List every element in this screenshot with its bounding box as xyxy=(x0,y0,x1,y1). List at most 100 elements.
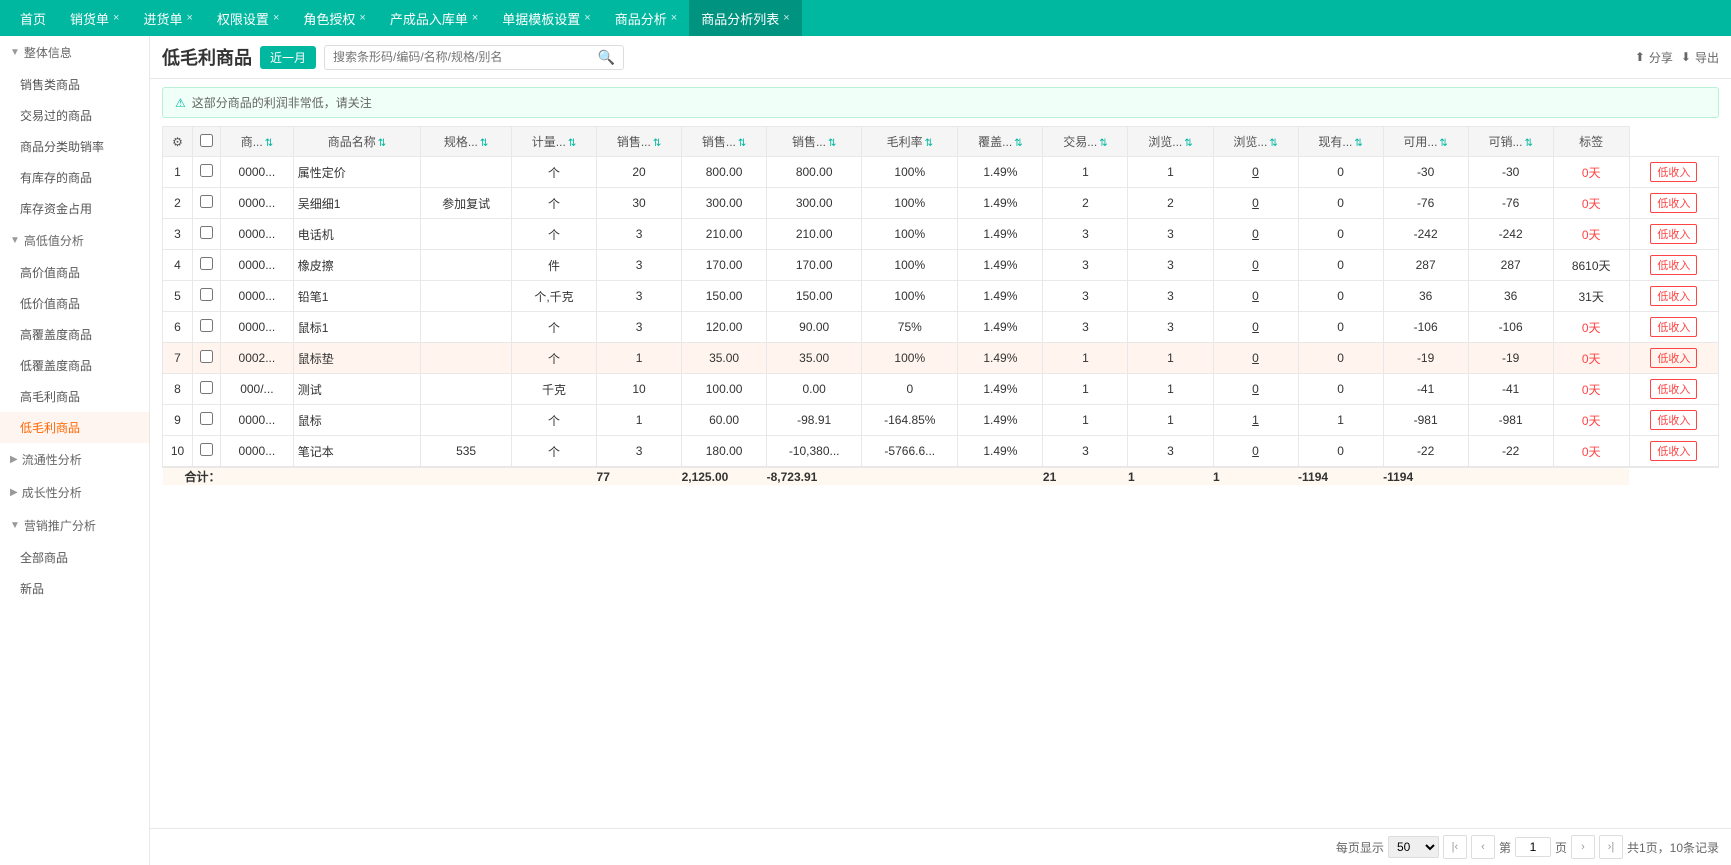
col-tag[interactable]: 标签 xyxy=(1553,127,1629,157)
nav-purchase[interactable]: 进货单 × xyxy=(131,0,204,36)
row-view1[interactable]: 0 xyxy=(1213,374,1298,405)
nav-close-analysis[interactable]: × xyxy=(671,12,677,24)
row-checkbox-cell[interactable] xyxy=(193,374,221,405)
row-view1[interactable]: 0 xyxy=(1213,188,1298,219)
sidebar-item-low-margin[interactable]: 低毛利商品 xyxy=(0,412,149,443)
row-checkbox[interactable] xyxy=(200,257,213,270)
sidebar-section-circulation[interactable]: ▶ 流通性分析 xyxy=(0,443,149,476)
search-input[interactable] xyxy=(333,50,598,64)
row-view1[interactable]: 1 xyxy=(1213,405,1298,436)
nav-close-template[interactable]: × xyxy=(584,12,590,24)
nav-role[interactable]: 角色授权 × xyxy=(291,0,377,36)
row-checkbox[interactable] xyxy=(200,350,213,363)
row-view1[interactable]: 0 xyxy=(1213,436,1298,468)
sidebar-item-new-goods[interactable]: 新品 xyxy=(0,573,149,604)
row-name[interactable]: 铅笔1 xyxy=(293,281,420,312)
row-checkbox-cell[interactable] xyxy=(193,188,221,219)
nav-close-analysis-list[interactable]: × xyxy=(783,12,789,24)
sidebar-section-growth[interactable]: ▶ 成长性分析 xyxy=(0,476,149,509)
row-checkbox-cell[interactable] xyxy=(193,281,221,312)
last-page-btn[interactable]: ›| xyxy=(1599,835,1623,859)
sidebar-item-category-rate[interactable]: 商品分类助销率 xyxy=(0,131,149,162)
row-name[interactable]: 鼠标垫 xyxy=(293,343,420,374)
select-all-checkbox[interactable] xyxy=(200,134,213,147)
row-checkbox[interactable] xyxy=(200,319,213,332)
row-name[interactable]: 属性定价 xyxy=(293,157,420,188)
col-view1[interactable]: 浏览...⇅ xyxy=(1128,127,1213,157)
col-coverage[interactable]: 覆盖...⇅ xyxy=(958,127,1043,157)
col-name[interactable]: 商品名称⇅ xyxy=(293,127,420,157)
nav-close-purchase[interactable]: × xyxy=(186,12,192,24)
nav-close-product-in[interactable]: × xyxy=(472,12,478,24)
col-spec[interactable]: 规格...⇅ xyxy=(421,127,512,157)
row-checkbox[interactable] xyxy=(200,164,213,177)
row-name[interactable]: 鼠标1 xyxy=(293,312,420,343)
sidebar-item-stock-fund[interactable]: 库存资金占用 xyxy=(0,193,149,224)
col-code[interactable]: 商...⇅ xyxy=(221,127,294,157)
row-checkbox[interactable] xyxy=(200,412,213,425)
sidebar-item-low-value[interactable]: 低价值商品 xyxy=(0,288,149,319)
sidebar-item-low-coverage[interactable]: 低覆盖度商品 xyxy=(0,350,149,381)
col-margin[interactable]: 毛利率⇅ xyxy=(862,127,958,157)
row-checkbox-cell[interactable] xyxy=(193,405,221,436)
col-view2[interactable]: 浏览...⇅ xyxy=(1213,127,1298,157)
row-view1[interactable]: 0 xyxy=(1213,281,1298,312)
first-page-btn[interactable]: |‹ xyxy=(1443,835,1467,859)
nav-product-in[interactable]: 产成品入库单 × xyxy=(378,0,490,36)
row-checkbox[interactable] xyxy=(200,226,213,239)
row-checkbox-cell[interactable] xyxy=(193,157,221,188)
sidebar-item-high-margin[interactable]: 高毛利商品 xyxy=(0,381,149,412)
row-checkbox[interactable] xyxy=(200,195,213,208)
row-checkbox-cell[interactable] xyxy=(193,436,221,468)
row-name[interactable]: 测试 xyxy=(293,374,420,405)
nav-close-role[interactable]: × xyxy=(359,12,365,24)
col-qty[interactable]: 销售...⇅ xyxy=(597,127,682,157)
next-page-btn[interactable]: › xyxy=(1571,835,1595,859)
row-checkbox[interactable] xyxy=(200,288,213,301)
sidebar-item-high-coverage[interactable]: 高覆盖度商品 xyxy=(0,319,149,350)
row-checkbox-cell[interactable] xyxy=(193,312,221,343)
nav-analysis-list[interactable]: 商品分析列表 × xyxy=(689,0,801,36)
row-name[interactable]: 笔记本 xyxy=(293,436,420,468)
page-size-dropdown[interactable]: 50 100 xyxy=(1388,836,1439,858)
page-input[interactable] xyxy=(1515,837,1551,857)
sidebar-section-value[interactable]: ▼ 高低值分析 xyxy=(0,224,149,257)
row-name[interactable]: 电话机 xyxy=(293,219,420,250)
col-settings[interactable]: ⚙ xyxy=(163,127,193,157)
row-checkbox-cell[interactable] xyxy=(193,219,221,250)
col-checkbox[interactable] xyxy=(193,127,221,157)
sidebar-section-overall[interactable]: ▼ 整体信息 xyxy=(0,36,149,69)
row-view1[interactable]: 0 xyxy=(1213,343,1298,374)
row-checkbox-cell[interactable] xyxy=(193,250,221,281)
sidebar-item-high-value[interactable]: 高价值商品 xyxy=(0,257,149,288)
nav-template[interactable]: 单据模板设置 × xyxy=(490,0,602,36)
sidebar-collapse-btn[interactable]: 《 xyxy=(149,116,150,156)
sidebar-item-all-goods[interactable]: 全部商品 xyxy=(0,542,149,573)
row-view1[interactable]: 0 xyxy=(1213,312,1298,343)
nav-close-sales[interactable]: × xyxy=(113,12,119,24)
sidebar-item-in-stock[interactable]: 有库存的商品 xyxy=(0,162,149,193)
row-checkbox[interactable] xyxy=(200,443,213,456)
row-name[interactable]: 吴细细1 xyxy=(293,188,420,219)
export-btn[interactable]: ⬇ 导出 xyxy=(1681,49,1719,66)
row-name[interactable]: 橡皮擦 xyxy=(293,250,420,281)
row-checkbox-cell[interactable] xyxy=(193,343,221,374)
row-view1[interactable]: 0 xyxy=(1213,219,1298,250)
row-name[interactable]: 鼠标 xyxy=(293,405,420,436)
nav-permissions[interactable]: 权限设置 × xyxy=(205,0,291,36)
col-current[interactable]: 现有...⇅ xyxy=(1298,127,1383,157)
row-view1[interactable]: 0 xyxy=(1213,157,1298,188)
search-icon[interactable]: 🔍 xyxy=(598,49,615,66)
share-btn[interactable]: ⬆ 分享 xyxy=(1635,49,1673,66)
nav-sales[interactable]: 销货单 × xyxy=(58,0,131,36)
sidebar-item-traded-goods[interactable]: 交易过的商品 xyxy=(0,100,149,131)
nav-close-permissions[interactable]: × xyxy=(273,12,279,24)
sidebar-item-sales-goods[interactable]: 销售类商品 xyxy=(0,69,149,100)
col-sellable[interactable]: 可销...⇅ xyxy=(1468,127,1553,157)
col-sales[interactable]: 销售...⇅ xyxy=(767,127,862,157)
col-unit[interactable]: 计量...⇅ xyxy=(511,127,596,157)
col-trade[interactable]: 交易...⇅ xyxy=(1043,127,1128,157)
col-available[interactable]: 可用...⇅ xyxy=(1383,127,1468,157)
row-checkbox[interactable] xyxy=(200,381,213,394)
prev-page-btn[interactable]: ‹ xyxy=(1471,835,1495,859)
